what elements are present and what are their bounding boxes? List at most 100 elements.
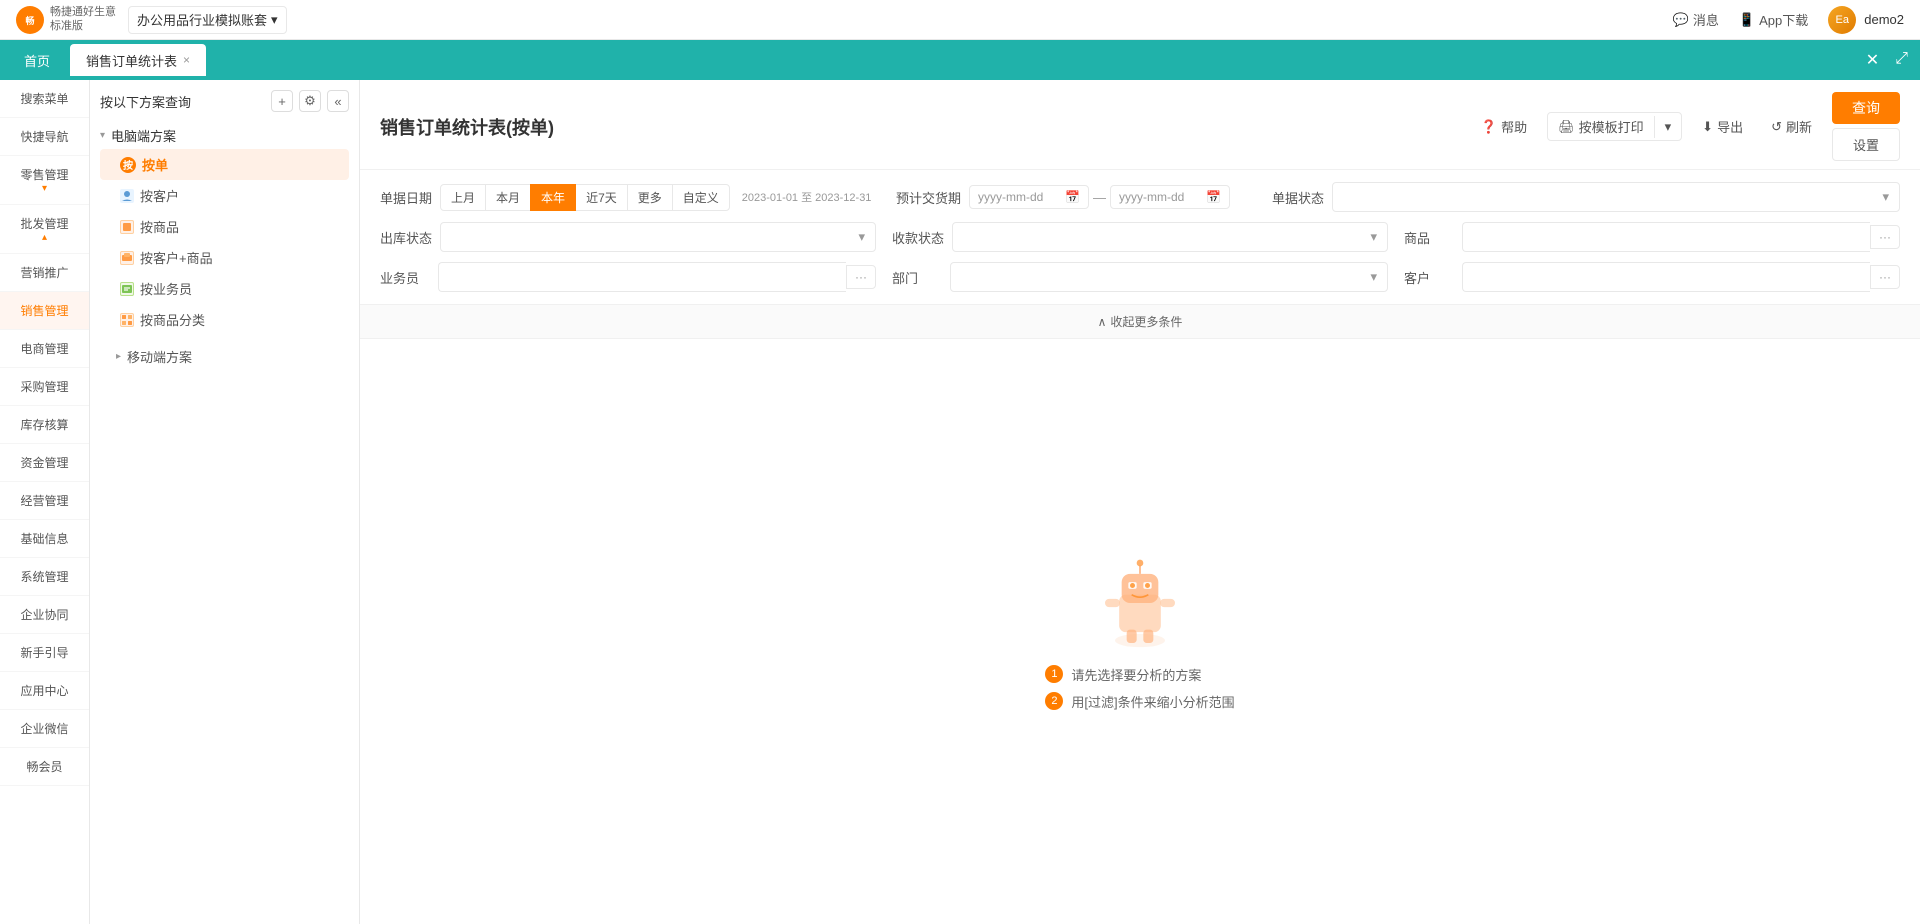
query-button[interactable]: 查询: [1832, 92, 1900, 124]
department-select[interactable]: ▾: [950, 262, 1388, 292]
filter-item-department: 部门 ▾: [892, 262, 1388, 292]
date-btn-custom[interactable]: 自定义: [672, 184, 730, 211]
filter-item-date: 单据日期 上月 本月 本年 近7天 更多 自定义 2023-01-01 至 20…: [380, 184, 880, 211]
mobile-scheme-group-title[interactable]: ▸ 移动端方案: [100, 343, 349, 370]
page-title-bar: 销售订单统计表(按单) ❓ 帮助 🖨 按模板打印 ▾: [360, 80, 1920, 170]
panel-header: 按以下方案查询 + ⚙ «: [100, 90, 349, 112]
scheme-item-by-customer-product[interactable]: 按客户+商品: [100, 242, 349, 273]
window-close-btn[interactable]: ✕: [1862, 46, 1883, 74]
add-scheme-btn[interactable]: +: [271, 90, 293, 112]
sidebar-item-enterprise[interactable]: 企业协同: [0, 596, 89, 634]
customer-ellipsis-btn[interactable]: ···: [1870, 265, 1900, 289]
date-range-text: 2023-01-01 至 2023-12-31: [742, 189, 872, 205]
delivery-start-placeholder: yyyy-mm-dd: [978, 190, 1043, 204]
delivery-end-input[interactable]: yyyy-mm-dd 📅: [1110, 185, 1230, 209]
refresh-action[interactable]: ↺ 刷新: [1763, 113, 1820, 140]
salesperson-ellipsis-btn[interactable]: ···: [846, 265, 876, 289]
sidebar-label: 畅会员: [0, 758, 89, 775]
product-select[interactable]: [1462, 222, 1870, 252]
scheme-item-by-category[interactable]: 按商品分类: [100, 304, 349, 335]
scheme-item-by-salesperson[interactable]: 按业务员: [100, 273, 349, 304]
date-btn-more[interactable]: 更多: [627, 184, 673, 211]
scheme-item-by-order[interactable]: 按 按单: [100, 149, 349, 180]
delivery-start-input[interactable]: yyyy-mm-dd 📅: [969, 185, 1089, 209]
sidebar-item-operations[interactable]: 经营管理: [0, 482, 89, 520]
chevron-down-icon: ▾: [1882, 189, 1889, 205]
date-btn-this-month[interactable]: 本月: [485, 184, 531, 211]
tab-sales-report[interactable]: 销售订单统计表 ×: [70, 44, 206, 76]
export-action[interactable]: ⬇ 导出: [1694, 113, 1751, 140]
sidebar-item-sys-mgmt[interactable]: 系统管理: [0, 558, 89, 596]
store-dropdown-icon: ▾: [271, 12, 278, 28]
sidebar-item-inventory[interactable]: 库存核算: [0, 406, 89, 444]
sidebar-item-sales[interactable]: 销售管理: [0, 292, 89, 330]
sidebar-item-new-guide[interactable]: 新手引导: [0, 634, 89, 672]
sidebar-item-wholesale[interactable]: 批发管理 ▴: [0, 205, 89, 254]
sidebar-item-app-center[interactable]: 应用中心: [0, 672, 89, 710]
date-btn-7days[interactable]: 近7天: [575, 184, 628, 211]
store-selector[interactable]: 办公用品行业模拟账套 ▾: [128, 6, 287, 34]
app-download-action[interactable]: 📱 App下载: [1739, 10, 1808, 29]
window-expand-btn[interactable]: ⤢: [1891, 46, 1912, 74]
customer-select[interactable]: [1462, 262, 1870, 292]
chevron-down-icon-3: ▾: [1370, 229, 1377, 245]
empty-tip-2: 2 用[过滤]条件来缩小分析范围: [1045, 692, 1234, 711]
settings-scheme-btn[interactable]: ⚙: [299, 90, 321, 112]
product-ellipsis-btn[interactable]: ···: [1870, 225, 1900, 249]
filter-item-delivery: 预计交货期 yyyy-mm-dd 📅 — yyyy-mm-dd 📅: [896, 185, 1256, 209]
help-icon: ❓: [1481, 119, 1497, 135]
logo-icon: 畅: [16, 6, 44, 34]
filter-item-single-status: 单据状态 ▾: [1272, 182, 1900, 212]
print-dropdown-btn[interactable]: ▾: [1655, 115, 1682, 139]
message-action[interactable]: 💬 消息: [1673, 10, 1719, 29]
export-icon: ⬇: [1702, 119, 1713, 135]
sidebar-item-purchase[interactable]: 采购管理: [0, 368, 89, 406]
sidebar-item-ecom[interactable]: 电商管理: [0, 330, 89, 368]
sidebar-label: 经营管理: [0, 492, 89, 509]
scheme-label-by-order: 按单: [142, 155, 168, 174]
date-btn-group: 上月 本月 本年 近7天 更多 自定义: [440, 184, 730, 211]
mobile-group-label: 移动端方案: [127, 347, 192, 366]
pc-group-arrow-icon: ▾: [100, 130, 105, 141]
pc-scheme-group-title[interactable]: ▾ 电脑端方案: [100, 122, 349, 149]
collapse-bar[interactable]: ∧ 收起更多条件: [360, 305, 1920, 339]
payment-status-select[interactable]: ▾: [952, 222, 1388, 252]
sidebar-item-quick-nav[interactable]: 快捷导航: [0, 118, 89, 156]
help-action[interactable]: ❓ 帮助: [1473, 113, 1535, 140]
store-name: 办公用品行业模拟账套: [137, 10, 267, 29]
print-btn[interactable]: 🖨 按模板打印: [1548, 113, 1654, 140]
sidebar-item-basic-info[interactable]: 基础信息: [0, 520, 89, 558]
sidebar-item-vip[interactable]: 畅会员: [0, 748, 89, 786]
scheme-item-by-product[interactable]: 按商品: [100, 211, 349, 242]
date-btn-this-year[interactable]: 本年: [530, 184, 576, 211]
collapse-panel-btn[interactable]: «: [327, 90, 349, 112]
sidebar-label: 新手引导: [0, 644, 89, 661]
empty-tip-1: 1 请先选择要分析的方案: [1045, 665, 1234, 684]
top-bar: 畅 畅捷通好生意 标准版 办公用品行业模拟账套 ▾ 💬 消息 📱 App下载 E…: [0, 0, 1920, 40]
filter-item-payment-status: 收款状态 ▾: [892, 222, 1388, 252]
scheme-label-by-customer: 按客户: [140, 186, 179, 205]
single-status-select[interactable]: ▾: [1332, 182, 1900, 212]
sidebar-item-finance[interactable]: 资金管理: [0, 444, 89, 482]
scheme-item-by-customer[interactable]: 按客户: [100, 180, 349, 211]
panel-header-actions: + ⚙ «: [271, 90, 349, 112]
sidebar-label: 系统管理: [0, 568, 89, 585]
date-btn-last-month[interactable]: 上月: [440, 184, 486, 211]
setup-button[interactable]: 设置: [1832, 128, 1900, 161]
order-status-select[interactable]: ▾: [440, 222, 876, 252]
user-area[interactable]: Ea demo2: [1828, 6, 1904, 34]
filter-item-customer: 客户 ···: [1404, 262, 1900, 292]
empty-state: 1 请先选择要分析的方案 2 用[过滤]条件来缩小分析范围: [360, 339, 1920, 924]
salesperson-select[interactable]: [438, 262, 846, 292]
sidebar-item-retail[interactable]: 零售管理 ▾: [0, 156, 89, 205]
sidebar-item-search-menu[interactable]: 搜索菜单: [0, 80, 89, 118]
panel-header-label: 按以下方案查询: [100, 92, 191, 111]
sidebar-item-marketing[interactable]: 营销推广: [0, 254, 89, 292]
sidebar-item-enterprise-wechat[interactable]: 企业微信: [0, 710, 89, 748]
tab-home[interactable]: 首页: [8, 45, 66, 76]
pc-group-label: 电脑端方案: [111, 126, 176, 145]
sidebar-label: 采购管理: [0, 378, 89, 395]
tab-close-icon[interactable]: ×: [183, 53, 190, 67]
product-control: ···: [1462, 222, 1900, 252]
help-label: 帮助: [1501, 117, 1527, 136]
